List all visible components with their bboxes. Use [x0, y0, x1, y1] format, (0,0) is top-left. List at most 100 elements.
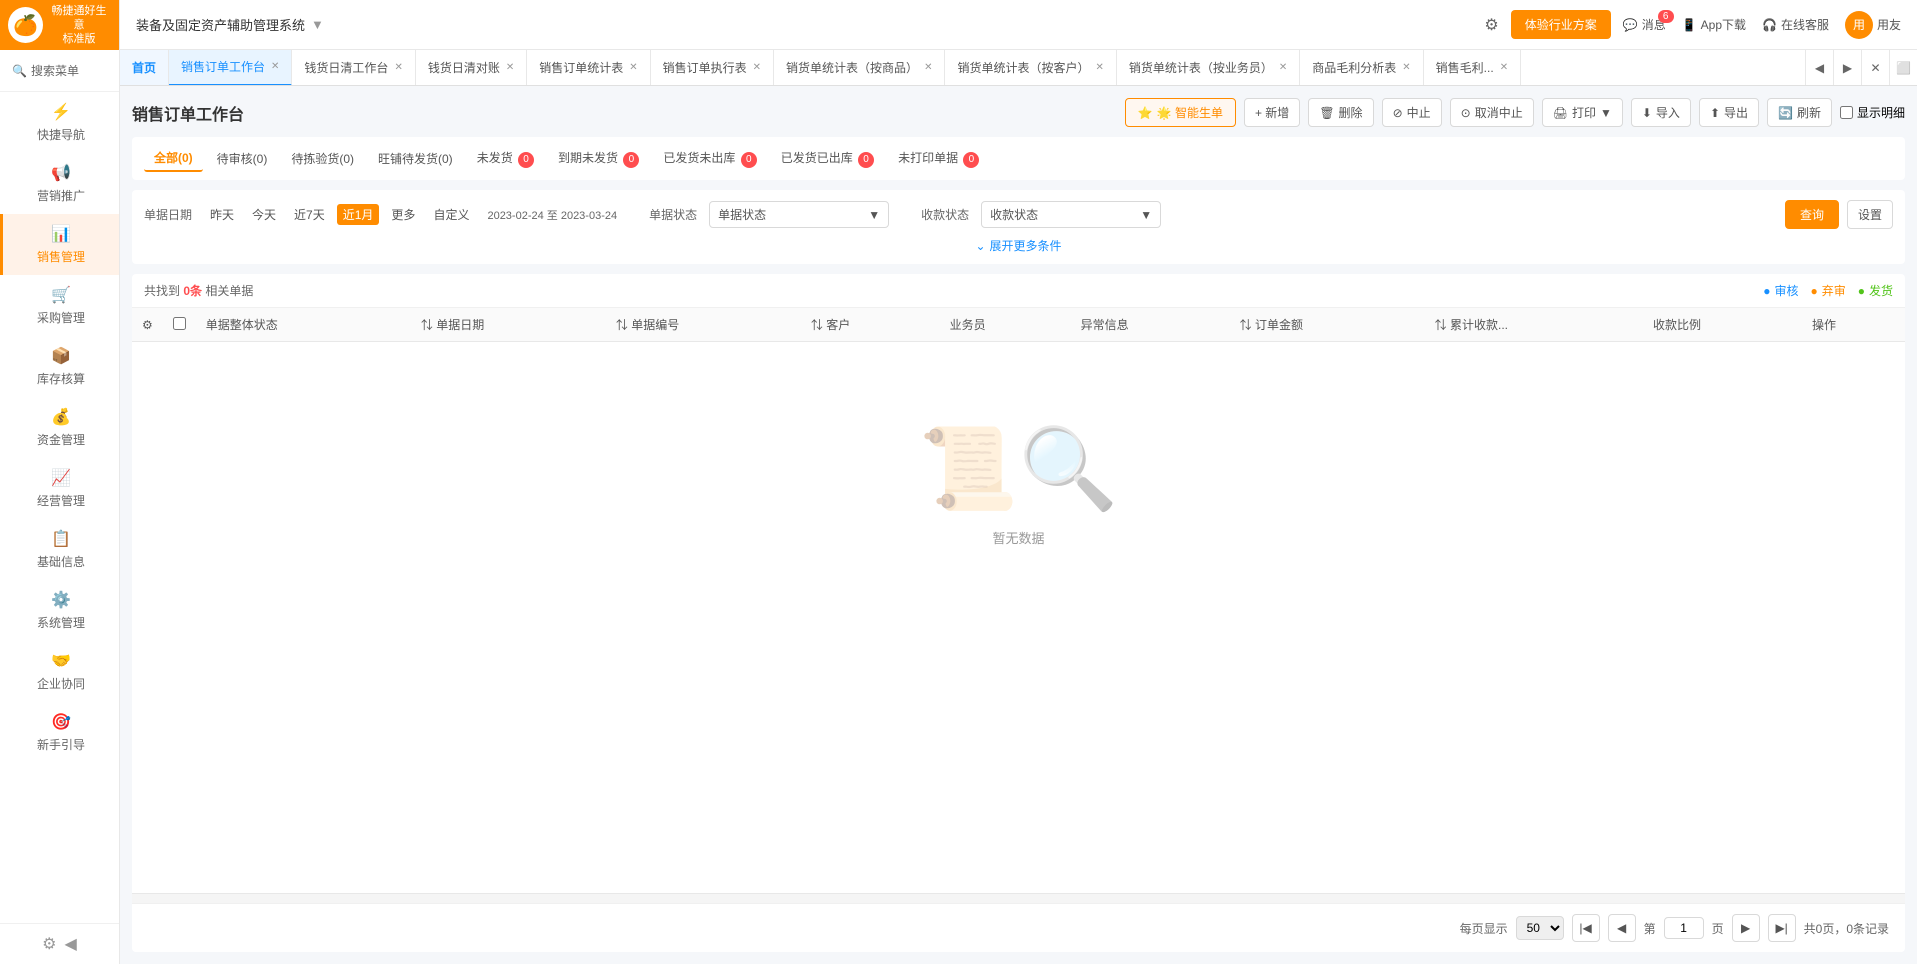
- sidebar-nav-item-marketing[interactable]: 📢 营销推广: [0, 153, 119, 214]
- payment-filter-select[interactable]: 收款状态 ▼: [981, 201, 1161, 228]
- tab-expand[interactable]: ⬜: [1889, 50, 1917, 86]
- date-btn-custom[interactable]: 自定义: [427, 204, 475, 225]
- prev-page-btn[interactable]: ◀: [1608, 914, 1636, 942]
- pagination-total: 共0页，0条记录: [1804, 920, 1889, 937]
- last-page-btn[interactable]: ▶|: [1768, 914, 1796, 942]
- sidebar-nav-item-sales[interactable]: 📊 销售管理: [0, 214, 119, 275]
- first-page-btn[interactable]: |◀: [1572, 914, 1600, 942]
- col-collected[interactable]: ⇅ 累计收款...: [1425, 308, 1643, 342]
- sub-tab-pending-review[interactable]: 待审核(0): [207, 146, 278, 171]
- tab-sales-stats[interactable]: 销售订单统计表 ✕: [527, 50, 650, 86]
- add-btn[interactable]: + 新增: [1244, 98, 1300, 127]
- tab-close-cash-daily[interactable]: ✕: [394, 62, 402, 73]
- sub-tab-all[interactable]: 全部(0): [144, 145, 203, 172]
- page-input[interactable]: [1664, 917, 1704, 939]
- show-detail-checkbox[interactable]: [1840, 106, 1853, 119]
- tab-close-goods-stats[interactable]: ✕: [924, 62, 932, 73]
- select-all-checkbox[interactable]: [173, 317, 186, 330]
- user-menu[interactable]: 用 用友: [1845, 11, 1901, 39]
- settings-btn[interactable]: 设置: [1847, 200, 1893, 229]
- tab-close-cash-reconcile[interactable]: ✕: [506, 62, 514, 73]
- sub-tab-not-shipped[interactable]: 未发货 0: [467, 145, 544, 172]
- tab-close-salesperson-stats[interactable]: ✕: [1279, 62, 1287, 73]
- tab-sales-order-workbench[interactable]: 销售订单工作台 ✕: [169, 50, 292, 86]
- next-page-btn[interactable]: ▶: [1732, 914, 1760, 942]
- tab-customer-stats[interactable]: 销货单统计表（按客户） ✕: [945, 50, 1116, 86]
- sidebar-collapse-btn[interactable]: ◀: [65, 934, 77, 954]
- date-btn-yesterday[interactable]: 昨天: [204, 204, 240, 225]
- tab-margin-analysis[interactable]: 商品毛利分析表 ✕: [1300, 50, 1423, 86]
- sidebar-nav-item-finance[interactable]: 💰 资金管理: [0, 397, 119, 458]
- tab-close-all[interactable]: ✕: [1861, 50, 1889, 86]
- sidebar-nav-item-operations[interactable]: 📈 经营管理: [0, 458, 119, 519]
- cancel-stop-icon: ⊙: [1461, 106, 1471, 120]
- import-btn[interactable]: ⬇ 导入: [1631, 98, 1691, 127]
- online-service-btn[interactable]: 🎧 在线客服: [1762, 16, 1829, 33]
- tab-close-margin-analysis[interactable]: ✕: [1402, 62, 1410, 73]
- app-download-btn[interactable]: 📱 App下载: [1682, 16, 1746, 33]
- cancel-audit-action-btn[interactable]: ● 弃审: [1810, 282, 1845, 299]
- print-icon: 🖨: [1553, 106, 1568, 120]
- tab-close-customer-stats[interactable]: ✕: [1095, 62, 1103, 73]
- date-btn-more[interactable]: 更多: [385, 204, 421, 225]
- delete-btn[interactable]: 🗑 删除: [1308, 98, 1373, 127]
- col-number[interactable]: ⇅ 单据编号: [606, 308, 801, 342]
- status-filter-select[interactable]: 单据状态 ▼: [709, 201, 889, 228]
- per-page-select[interactable]: 50: [1516, 916, 1564, 940]
- tab-sales-margin[interactable]: 销售毛利... ✕: [1424, 50, 1521, 86]
- sub-tab-not-printed[interactable]: 未打印单据 0: [888, 145, 989, 172]
- tab-close-sales-stats[interactable]: ✕: [629, 62, 637, 73]
- industry-btn[interactable]: 体验行业方案: [1511, 10, 1611, 39]
- sub-tab-shipped-out[interactable]: 已发货已出库 0: [771, 145, 884, 172]
- dispatch-action-btn[interactable]: ● 发货: [1858, 282, 1893, 299]
- tab-close-sales-margin[interactable]: ✕: [1500, 62, 1508, 73]
- sub-tab-overdue-ship[interactable]: 到期未发货 0: [548, 145, 649, 172]
- sub-tab-shipped-not-out[interactable]: 已发货未出库 0: [653, 145, 766, 172]
- expand-conditions-btn[interactable]: ⌄ 展开更多条件: [975, 237, 1061, 254]
- print-btn[interactable]: 🖨 打印 ▼: [1542, 98, 1623, 127]
- message-btn[interactable]: 💬 消息 6: [1623, 16, 1666, 33]
- import-icon: ⬇: [1642, 106, 1652, 120]
- sidebar-nav-item-purchase[interactable]: 🛒 采购管理: [0, 275, 119, 336]
- sidebar-search-btn[interactable]: 🔍 搜索菜单: [8, 58, 111, 83]
- sidebar-nav-item-quick[interactable]: ⚡ 快捷导航: [0, 92, 119, 153]
- export-btn[interactable]: ⬆ 导出: [1699, 98, 1759, 127]
- stop-btn[interactable]: ⊘ 中止: [1382, 98, 1442, 127]
- cancel-audit-dot: ●: [1810, 284, 1817, 298]
- sidebar-nav-item-system[interactable]: ⚙️ 系统管理: [0, 580, 119, 641]
- sub-tab-pending-inspect[interactable]: 待拣验货(0): [281, 146, 364, 171]
- col-customer[interactable]: ⇅ 客户: [801, 308, 940, 342]
- system-dropdown-icon[interactable]: ▼: [311, 17, 324, 32]
- date-btn-7days[interactable]: 近7天: [288, 204, 331, 225]
- tab-scroll-left[interactable]: ◀: [1805, 50, 1833, 86]
- topbar-gear-icon[interactable]: ⚙: [1484, 15, 1498, 35]
- tab-scroll-right[interactable]: ▶: [1833, 50, 1861, 86]
- sidebar-nav-item-collab[interactable]: 🤝 企业协同: [0, 641, 119, 702]
- col-date[interactable]: ⇅ 单据日期: [411, 308, 606, 342]
- date-btn-today[interactable]: 今天: [246, 204, 282, 225]
- sidebar-nav-item-basics[interactable]: 📋 基础信息: [0, 519, 119, 580]
- date-btn-1month[interactable]: 近1月: [337, 204, 380, 225]
- sidebar-settings-btn[interactable]: ⚙: [42, 934, 56, 954]
- tab-goods-stats[interactable]: 销货单统计表（按商品） ✕: [774, 50, 945, 86]
- sub-tab-wangpu-pending[interactable]: 旺铺待发货(0): [368, 146, 463, 171]
- smart-generate-btn[interactable]: ⭐ 🌟 智能生单: [1125, 98, 1236, 127]
- tab-salesperson-stats[interactable]: 销货单统计表（按业务员） ✕: [1117, 50, 1300, 86]
- col-amount[interactable]: ⇅ 订单金额: [1230, 308, 1425, 342]
- sidebar-nav-item-guide[interactable]: 🎯 新手引导: [0, 702, 119, 763]
- cancel-stop-btn[interactable]: ⊙ 取消中止: [1450, 98, 1534, 127]
- horizontal-scrollbar[interactable]: [132, 893, 1905, 903]
- show-detail-checkbox-label[interactable]: 显示明细: [1840, 104, 1905, 121]
- tab-home[interactable]: 首页: [120, 50, 169, 86]
- query-btn[interactable]: 查询: [1785, 200, 1839, 229]
- tab-close-sales-order[interactable]: ✕: [271, 61, 279, 72]
- col-settings[interactable]: ⚙: [132, 308, 163, 342]
- audit-action-btn[interactable]: ● 审核: [1763, 282, 1798, 299]
- tab-cash-reconcile[interactable]: 钱货日清对账 ✕: [416, 50, 527, 86]
- refresh-btn[interactable]: 🔄 刷新: [1767, 98, 1832, 127]
- col-checkbox[interactable]: [163, 308, 196, 342]
- tab-close-sales-exec[interactable]: ✕: [753, 62, 761, 73]
- sidebar-nav-item-inventory[interactable]: 📦 库存核算: [0, 336, 119, 397]
- tab-sales-exec[interactable]: 销售订单执行表 ✕: [651, 50, 774, 86]
- tab-cash-daily[interactable]: 钱货日清工作台 ✕: [292, 50, 415, 86]
